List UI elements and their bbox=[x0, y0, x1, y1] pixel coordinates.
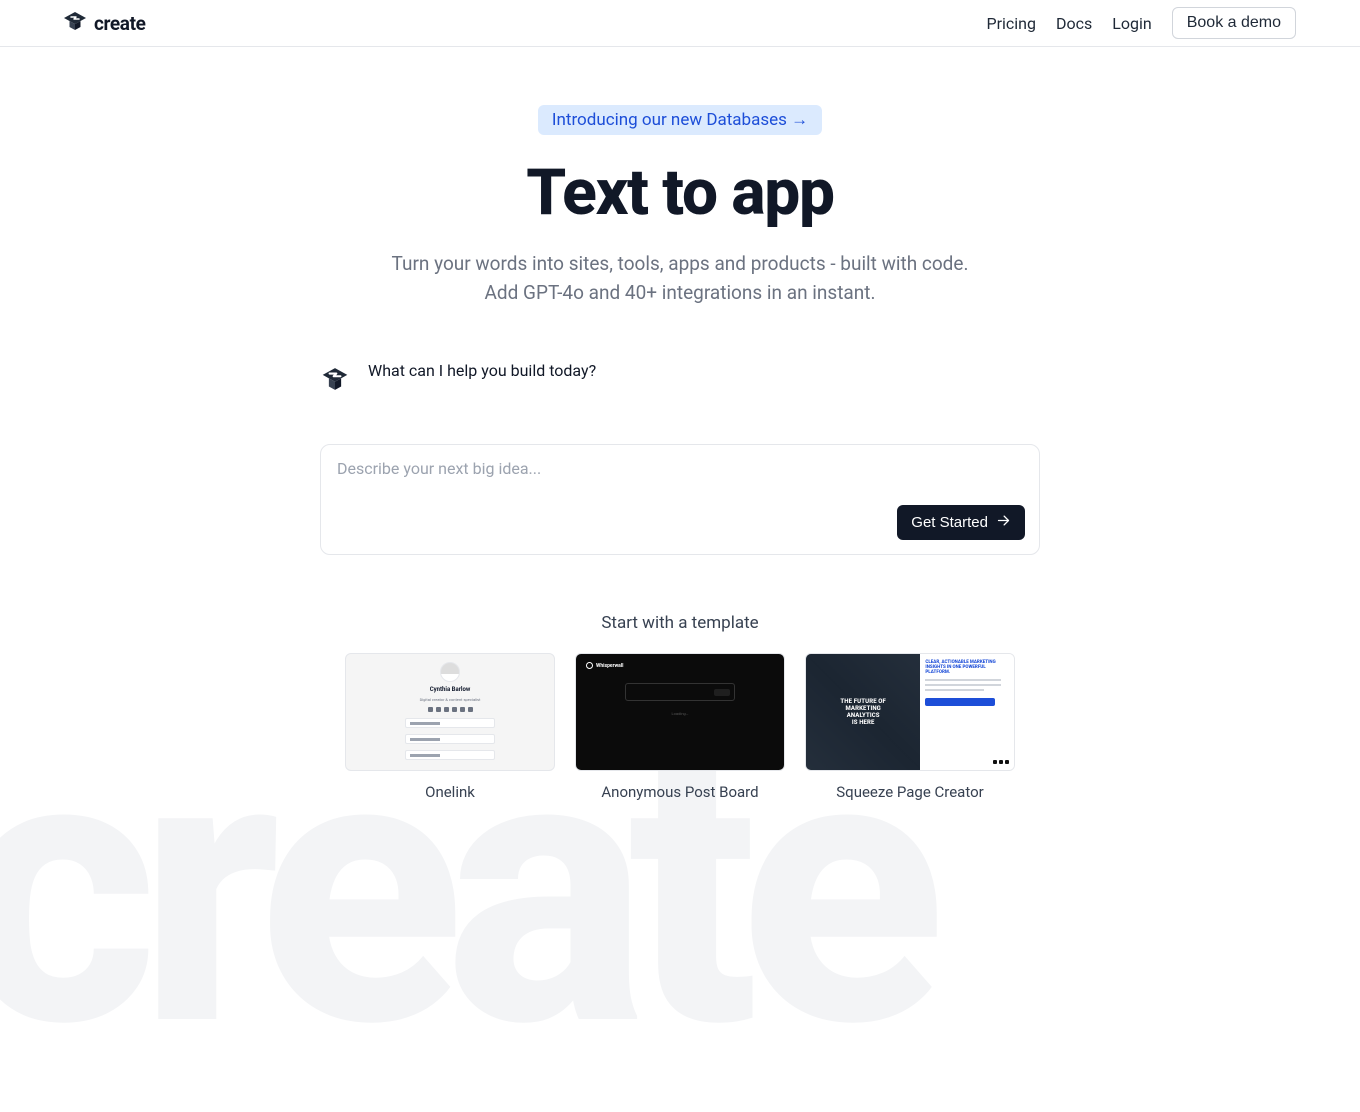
prompt-actions: Get Started bbox=[337, 505, 1025, 540]
template-label: Squeeze Page Creator bbox=[805, 783, 1015, 801]
template-card-onelink[interactable]: Cynthia Barlow Digital creator & content… bbox=[345, 653, 555, 801]
brand-logo[interactable]: create bbox=[64, 12, 146, 35]
prompt-box: Get Started bbox=[320, 444, 1040, 555]
template-thumb: Whisperwall Loading… bbox=[575, 653, 785, 771]
template-card-anonymous-post-board[interactable]: Whisperwall Loading… Anonymous Post Boar… bbox=[575, 653, 785, 801]
idea-input[interactable] bbox=[337, 459, 1025, 487]
brand-name: create bbox=[94, 12, 146, 35]
hero-sub-line1: Turn your words into sites, tools, apps … bbox=[392, 250, 969, 279]
arrow-right-icon bbox=[996, 513, 1011, 532]
assistant-prompt-text: What can I help you build today? bbox=[368, 361, 596, 380]
assistant-logo-icon bbox=[320, 364, 350, 394]
top-nav: create Pricing Docs Login Book a demo bbox=[0, 0, 1360, 47]
main-content: Introducing our new Databases → Text to … bbox=[0, 47, 1360, 801]
nav-link-pricing[interactable]: Pricing bbox=[987, 14, 1037, 33]
book-demo-button[interactable]: Book a demo bbox=[1172, 7, 1296, 39]
assistant-intro: What can I help you build today? bbox=[320, 361, 1040, 394]
hero-headline: Text to app bbox=[526, 155, 834, 230]
template-label: Onelink bbox=[345, 783, 555, 801]
templates-heading: Start with a template bbox=[601, 613, 758, 633]
get-started-label: Get Started bbox=[911, 514, 988, 531]
template-card-squeeze-page-creator[interactable]: THE FUTURE OFMARKETINGANALYTICSIS HERE C… bbox=[805, 653, 1015, 801]
get-started-button[interactable]: Get Started bbox=[897, 505, 1025, 540]
template-thumb: THE FUTURE OFMARKETINGANALYTICSIS HERE C… bbox=[805, 653, 1015, 771]
template-label: Anonymous Post Board bbox=[575, 783, 785, 801]
nav-link-docs[interactable]: Docs bbox=[1056, 14, 1092, 33]
hero-sub-line2: Add GPT-4o and 40+ integrations in an in… bbox=[392, 279, 969, 308]
template-thumb: Cynthia Barlow Digital creator & content… bbox=[345, 653, 555, 771]
announcement-text: Introducing our new Databases → bbox=[552, 110, 808, 130]
nav-link-login[interactable]: Login bbox=[1112, 14, 1151, 33]
logo-icon bbox=[64, 12, 86, 34]
nav-links: Pricing Docs Login Book a demo bbox=[987, 7, 1297, 39]
hero-subtext: Turn your words into sites, tools, apps … bbox=[392, 250, 969, 307]
templates-row: Cynthia Barlow Digital creator & content… bbox=[345, 653, 1015, 801]
announcement-pill[interactable]: Introducing our new Databases → bbox=[538, 105, 822, 135]
